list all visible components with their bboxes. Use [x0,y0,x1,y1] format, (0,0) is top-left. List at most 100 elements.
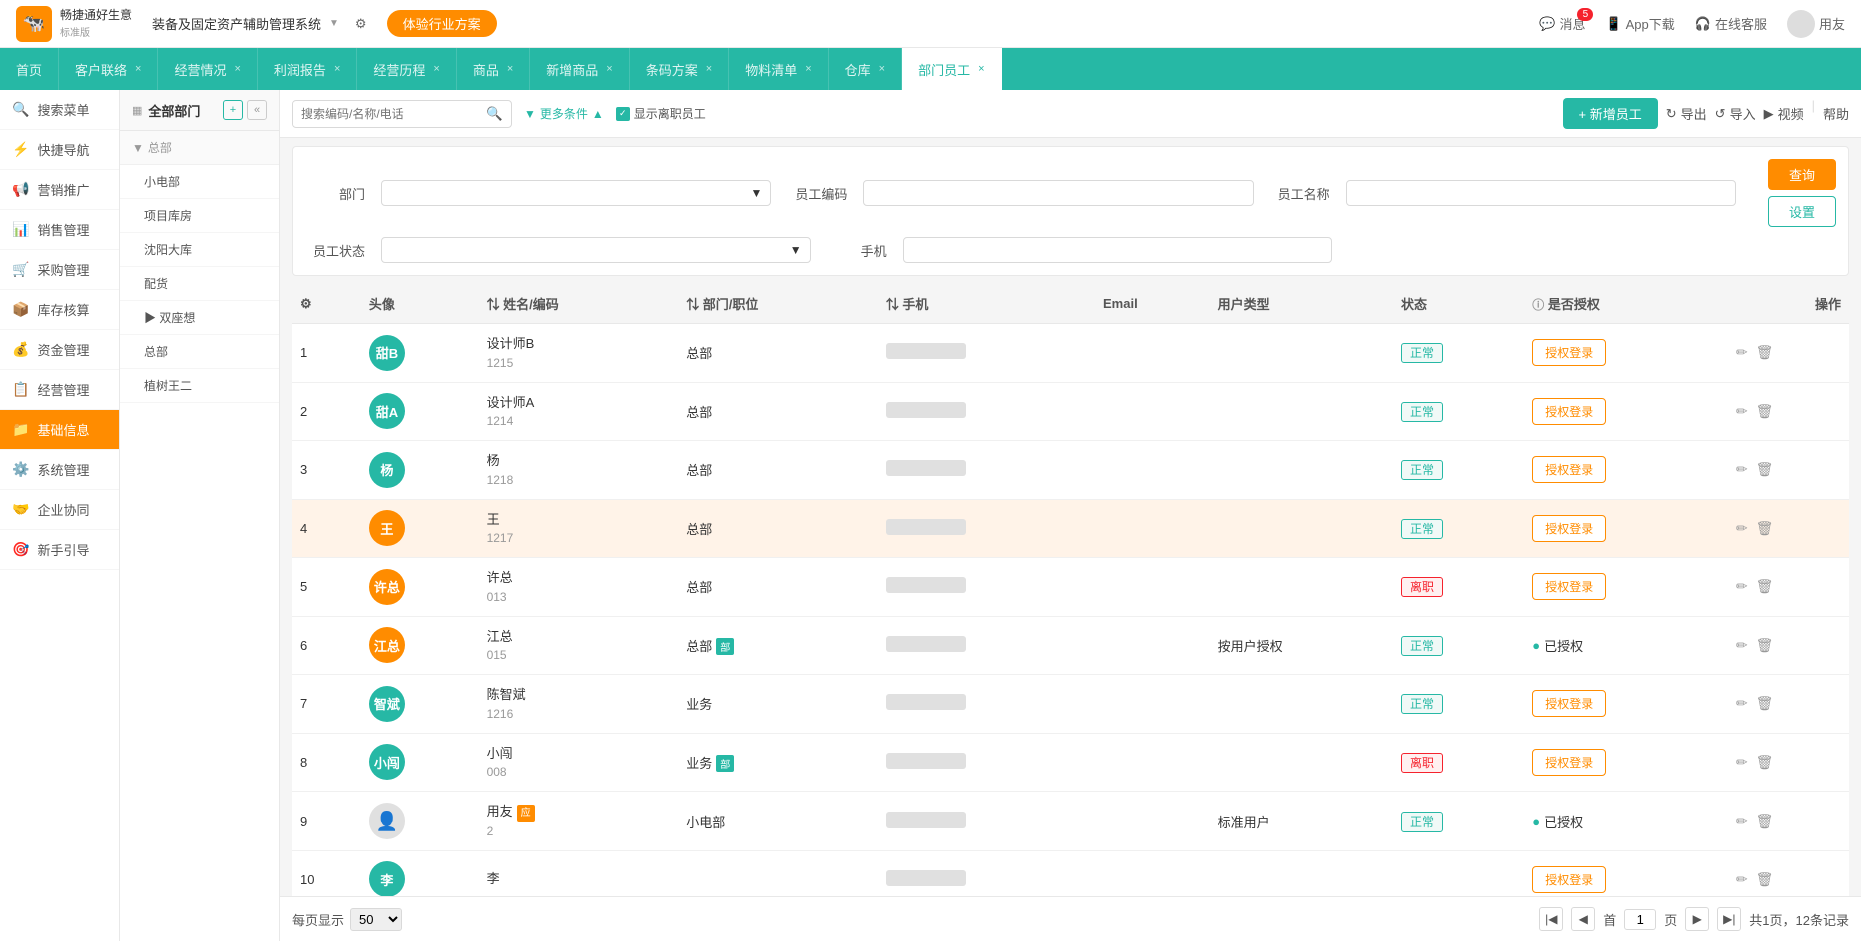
close-icon[interactable]: × [135,63,141,75]
close-icon[interactable]: × [334,63,340,75]
all-dept-label[interactable]: 全部部门 [148,101,200,120]
sidebar-item-collab[interactable]: 🤝 企业协同 [0,490,119,530]
next-page-btn[interactable]: ▶ [1685,907,1709,931]
trial-button[interactable]: 体验行业方案 [387,10,497,37]
last-page-btn[interactable]: ▶| [1717,907,1741,931]
search-button[interactable]: 🔍 [478,101,511,127]
emp-code-input[interactable] [863,180,1253,206]
delete-icon[interactable]: 🗑 [1756,578,1774,595]
view-btn[interactable]: ▶ 视频 [1764,98,1804,129]
col-name[interactable]: ⇅ 姓名/编码 [479,284,679,324]
sidebar-item-purchase[interactable]: 🛒 采购管理 [0,250,119,290]
reset-button[interactable]: 设置 [1768,196,1836,227]
auth-button[interactable]: 授权登录 [1532,456,1606,483]
first-page-btn[interactable]: |◀ [1539,907,1563,931]
dept-item-xiaodiandu[interactable]: 小电部 [120,165,279,199]
close-icon[interactable]: × [433,63,439,75]
edit-icon[interactable]: ✏ [1736,871,1748,888]
close-icon[interactable]: × [234,63,240,75]
close-icon[interactable]: × [978,63,984,75]
edit-icon[interactable]: ✏ [1736,403,1748,420]
auth-button[interactable]: 授权登录 [1532,749,1606,776]
settings-icon[interactable]: ⚙ [355,16,367,32]
dept-item-shuangzuoxiang[interactable]: ▶ 双座想 [120,301,279,335]
tab-new-goods[interactable]: 新增商品 × [530,48,629,90]
search-input[interactable] [293,102,478,126]
phone-input[interactable] [903,237,1333,263]
emp-status-select[interactable]: ▼ [381,237,811,263]
app-download-btn[interactable]: 📱 App下载 [1605,14,1674,33]
tab-bom[interactable]: 物料清单 × [729,48,828,90]
auth-button[interactable]: 授权登录 [1532,690,1606,717]
sidebar-item-nav[interactable]: ⚡ 快捷导航 [0,130,119,170]
sidebar-item-marketing[interactable]: 📢 营销推广 [0,170,119,210]
delete-icon[interactable]: 🗑 [1756,695,1774,712]
col-phone[interactable]: ⇅ 手机 [878,284,1095,324]
edit-icon[interactable]: ✏ [1736,754,1748,771]
sidebar-item-search[interactable]: 🔍 搜索菜单 [0,90,119,130]
sidebar-item-system[interactable]: ⚙️ 系统管理 [0,450,119,490]
dept-item-zhishuwanger[interactable]: 植树王二 [120,369,279,403]
close-icon[interactable]: × [805,63,811,75]
emp-name-input[interactable] [1346,180,1736,206]
dept-item-xiangmukufang[interactable]: 项目库房 [120,199,279,233]
export-btn[interactable]: ↻ 导出 [1666,98,1707,129]
delete-icon[interactable]: 🗑 [1756,344,1774,361]
delete-icon[interactable]: 🗑 [1756,754,1774,771]
tab-profit[interactable]: 利润报告 × [258,48,357,90]
dept-group-zongbu[interactable]: ▼ 总部 [120,131,279,165]
user-area[interactable]: 用友 [1787,10,1845,38]
tab-home[interactable]: 首页 [0,48,59,90]
auth-button[interactable]: 授权登录 [1532,515,1606,542]
add-dept-btn[interactable]: + [223,100,243,120]
system-title-dropdown[interactable]: ▼ [329,18,339,29]
message-btn[interactable]: 💬 消息 5 [1539,14,1585,33]
delete-icon[interactable]: 🗑 [1756,403,1774,420]
sidebar-item-sales[interactable]: 📊 销售管理 [0,210,119,250]
delete-icon[interactable]: 🗑 [1756,813,1774,830]
tab-business[interactable]: 经营情况 × [158,48,257,90]
edit-icon[interactable]: ✏ [1736,637,1748,654]
tab-warehouse[interactable]: 仓库 × [829,48,902,90]
online-service-btn[interactable]: 🎧 在线客服 [1695,14,1767,33]
col-settings[interactable]: ⚙ [292,284,361,324]
delete-icon[interactable]: 🗑 [1756,461,1774,478]
edit-icon[interactable]: ✏ [1736,344,1748,361]
sidebar-item-finance[interactable]: 💰 资金管理 [0,330,119,370]
delete-icon[interactable]: 🗑 [1756,637,1774,654]
auth-button[interactable]: 授权登录 [1532,866,1606,893]
more-conditions-btn[interactable]: ▼ 更多条件 ▲ [524,105,604,122]
close-icon[interactable]: × [606,63,612,75]
tab-barcode[interactable]: 条码方案 × [630,48,729,90]
auth-button[interactable]: 授权登录 [1532,398,1606,425]
auth-button[interactable]: 授权登录 [1532,339,1606,366]
edit-icon[interactable]: ✏ [1736,813,1748,830]
import-btn[interactable]: ↺ 导入 [1715,98,1756,129]
edit-icon[interactable]: ✏ [1736,695,1748,712]
col-dept[interactable]: ⇅ 部门/职位 [678,284,878,324]
dept-select[interactable]: ▼ [381,180,771,206]
dept-item-peihuo[interactable]: 配货 [120,267,279,301]
tab-customer[interactable]: 客户联络 × [59,48,158,90]
auth-button[interactable]: 授权登录 [1532,573,1606,600]
edit-icon[interactable]: ✏ [1736,461,1748,478]
page-size-select[interactable]: 50 100 [350,908,402,931]
add-employee-button[interactable]: + 新增员工 [1563,98,1658,129]
collapse-btn[interactable]: « [247,100,267,120]
tab-history[interactable]: 经营历程 × [357,48,456,90]
delete-icon[interactable]: 🗑 [1756,871,1774,888]
sidebar-item-operation[interactable]: 📋 经营管理 [0,370,119,410]
tab-goods[interactable]: 商品 × [457,48,530,90]
show-resigned-toggle[interactable]: ✓ 显示离职员工 [616,105,706,122]
query-button[interactable]: 查询 [1768,159,1836,190]
sidebar-item-inventory[interactable]: 📦 库存核算 [0,290,119,330]
help-btn[interactable]: 帮助 [1823,98,1849,129]
close-icon[interactable]: × [507,63,513,75]
close-icon[interactable]: × [706,63,712,75]
close-icon[interactable]: × [879,63,885,75]
delete-icon[interactable]: 🗑 [1756,520,1774,537]
page-input[interactable] [1624,909,1656,930]
edit-icon[interactable]: ✏ [1736,578,1748,595]
prev-page-btn[interactable]: ◀ [1571,907,1595,931]
sidebar-item-guide[interactable]: 🎯 新手引导 [0,530,119,570]
